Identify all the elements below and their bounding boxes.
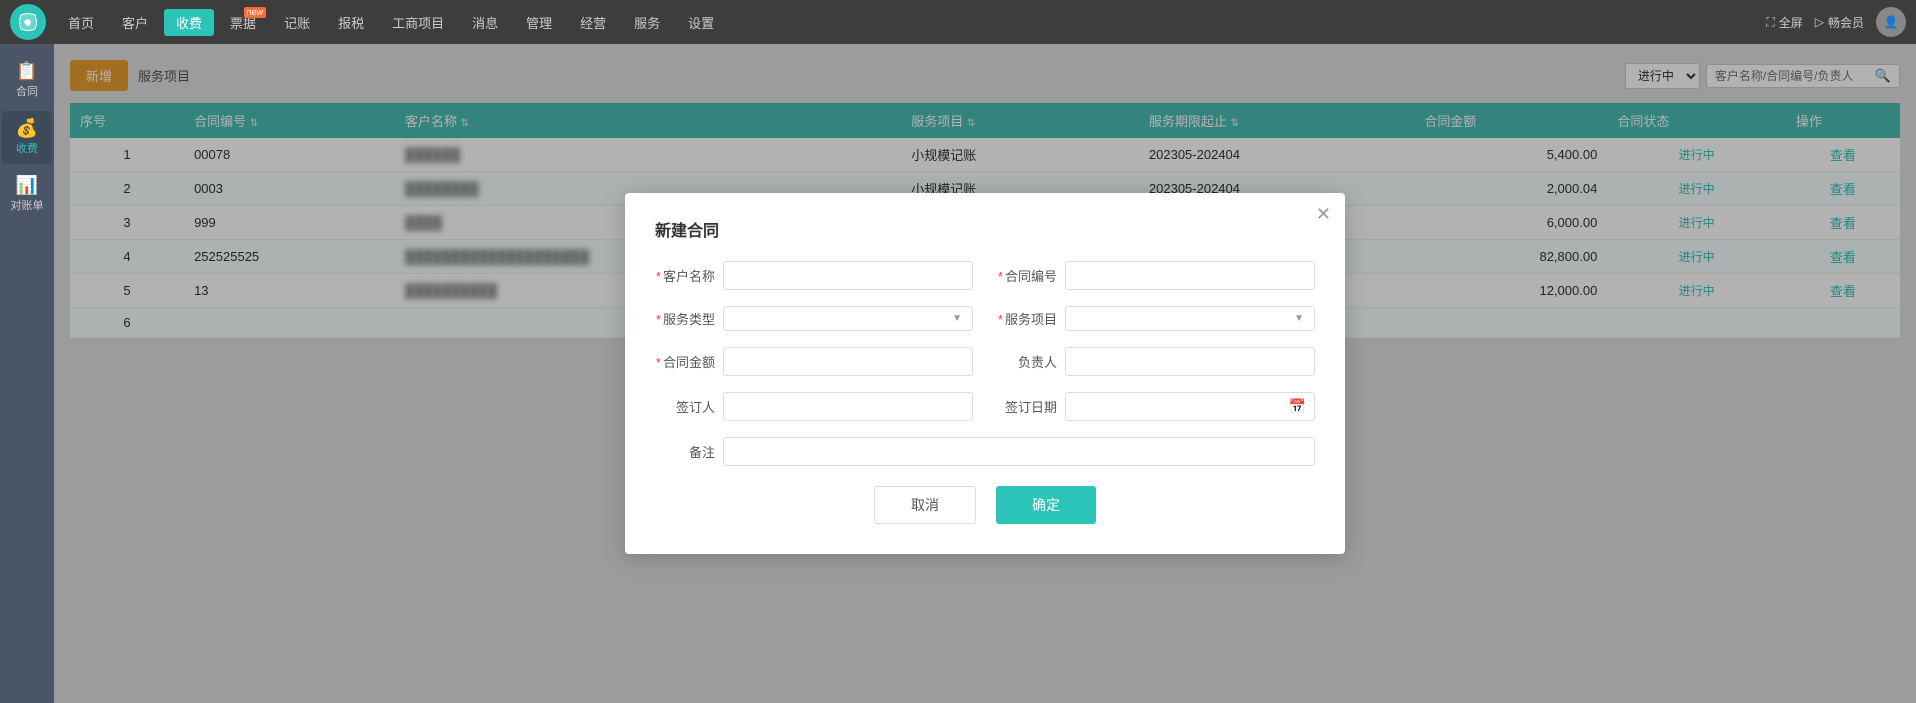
- cancel-button[interactable]: 取消: [874, 486, 976, 524]
- chevron-down-icon: ▼: [952, 313, 962, 324]
- chevron-down-icon2: ▼: [1294, 313, 1304, 324]
- member-button[interactable]: ▷ 畅会员: [1815, 14, 1864, 31]
- modal-footer: 取消 确定: [655, 486, 1315, 524]
- avatar[interactable]: 👤: [1876, 7, 1906, 37]
- service-type-label: *服务类型: [655, 309, 715, 328]
- nav-message[interactable]: 消息: [460, 9, 510, 36]
- field-amount: *合同金额 0.00: [655, 347, 973, 376]
- field-signatory: 签订人: [655, 392, 973, 421]
- nav-business[interactable]: 工商项目: [380, 9, 456, 36]
- sidebar: 📋 合同 💰 收费 📊 对账单: [0, 44, 54, 703]
- nav-management[interactable]: 管理: [514, 9, 564, 36]
- responsible-label: 负责人: [997, 352, 1057, 371]
- field-client-name: *客户名称: [655, 261, 973, 290]
- modal-title: 新建合同: [655, 217, 1315, 241]
- field-remark: 备注: [655, 437, 1315, 466]
- sign-date-picker: 2023-06-06 📅: [1065, 392, 1315, 421]
- calendar-icon[interactable]: 📅: [1281, 398, 1314, 415]
- avatar-icon: 👤: [1884, 15, 1899, 29]
- signatory-label: 签订人: [655, 397, 715, 416]
- client-name-label: *客户名称: [655, 266, 715, 285]
- remark-label: 备注: [655, 442, 715, 461]
- app-logo: [10, 4, 46, 40]
- contract-no-label: *合同编号: [997, 266, 1057, 285]
- service-item-select[interactable]: ▼: [1065, 306, 1315, 331]
- top-navigation: 首页 客户 收费 票据 new 记账 报税 工商项目 消息 管理 经营 服务 设…: [0, 0, 1916, 44]
- nav-invoice[interactable]: 收费: [164, 9, 214, 36]
- contract-icon: 📋: [16, 62, 38, 80]
- sidebar-item-statement[interactable]: 📊 对账单: [2, 168, 52, 221]
- service-type-select[interactable]: ▼: [723, 306, 973, 331]
- field-sign-date: 签订日期 2023-06-06 📅: [997, 392, 1315, 421]
- responsible-input[interactable]: [1065, 347, 1315, 376]
- amount-label: *合同金额: [655, 352, 715, 371]
- field-service-type: *服务类型 ▼: [655, 306, 973, 331]
- nav-menu: 首页 客户 收费 票据 new 记账 报税 工商项目 消息 管理 经营 服务 设…: [56, 9, 1766, 36]
- nav-operation[interactable]: 经营: [568, 9, 618, 36]
- charge-icon: 💰: [16, 119, 38, 137]
- fullscreen-icon: ⛶: [1766, 15, 1774, 30]
- statement-icon: 📊: [16, 176, 38, 194]
- nav-tax[interactable]: 报税: [326, 9, 376, 36]
- nav-bills[interactable]: 票据 new: [218, 9, 268, 36]
- contract-no-input[interactable]: [1065, 261, 1315, 290]
- field-contract-no: *合同编号: [997, 261, 1315, 290]
- confirm-button[interactable]: 确定: [996, 486, 1096, 524]
- remark-input[interactable]: [723, 437, 1315, 466]
- new-contract-modal: ✕ 新建合同 *客户名称 *合同编号 *服务类型: [625, 193, 1345, 554]
- field-responsible: 负责人: [997, 347, 1315, 376]
- modal-close-button[interactable]: ✕: [1316, 205, 1331, 223]
- field-service-item: *服务项目 ▼: [997, 306, 1315, 331]
- signatory-input[interactable]: [723, 392, 973, 421]
- service-item-label: *服务项目: [997, 309, 1057, 328]
- new-badge: new: [244, 7, 267, 18]
- nav-home[interactable]: 首页: [56, 9, 106, 36]
- nav-right: ⛶ 全屏 ▷ 畅会员 👤: [1766, 7, 1906, 37]
- nav-client[interactable]: 客户: [110, 9, 160, 36]
- sign-date-input[interactable]: 2023-06-06: [1066, 393, 1281, 420]
- play-icon: ▷: [1815, 15, 1824, 29]
- modal-overlay: ✕ 新建合同 *客户名称 *合同编号 *服务类型: [54, 44, 1916, 703]
- sign-date-label: 签订日期: [997, 397, 1057, 416]
- content-area: 新增 服务项目 进行中 已完成 已终止 全部 🔍 序号 合同: [54, 44, 1916, 703]
- form-grid: *客户名称 *合同编号 *服务类型 ▼: [655, 261, 1315, 466]
- sidebar-item-contract[interactable]: 📋 合同: [2, 54, 52, 107]
- nav-ledger[interactable]: 记账: [272, 9, 322, 36]
- sidebar-item-charge[interactable]: 💰 收费: [2, 111, 52, 164]
- nav-settings[interactable]: 设置: [676, 9, 726, 36]
- main-layout: 📋 合同 💰 收费 📊 对账单 新增 服务项目 进行中 已完成 已终止 全部: [0, 44, 1916, 703]
- nav-service[interactable]: 服务: [622, 9, 672, 36]
- fullscreen-button[interactable]: ⛶ 全屏: [1766, 14, 1802, 31]
- client-name-input[interactable]: [723, 261, 973, 290]
- amount-input[interactable]: 0.00: [723, 347, 973, 376]
